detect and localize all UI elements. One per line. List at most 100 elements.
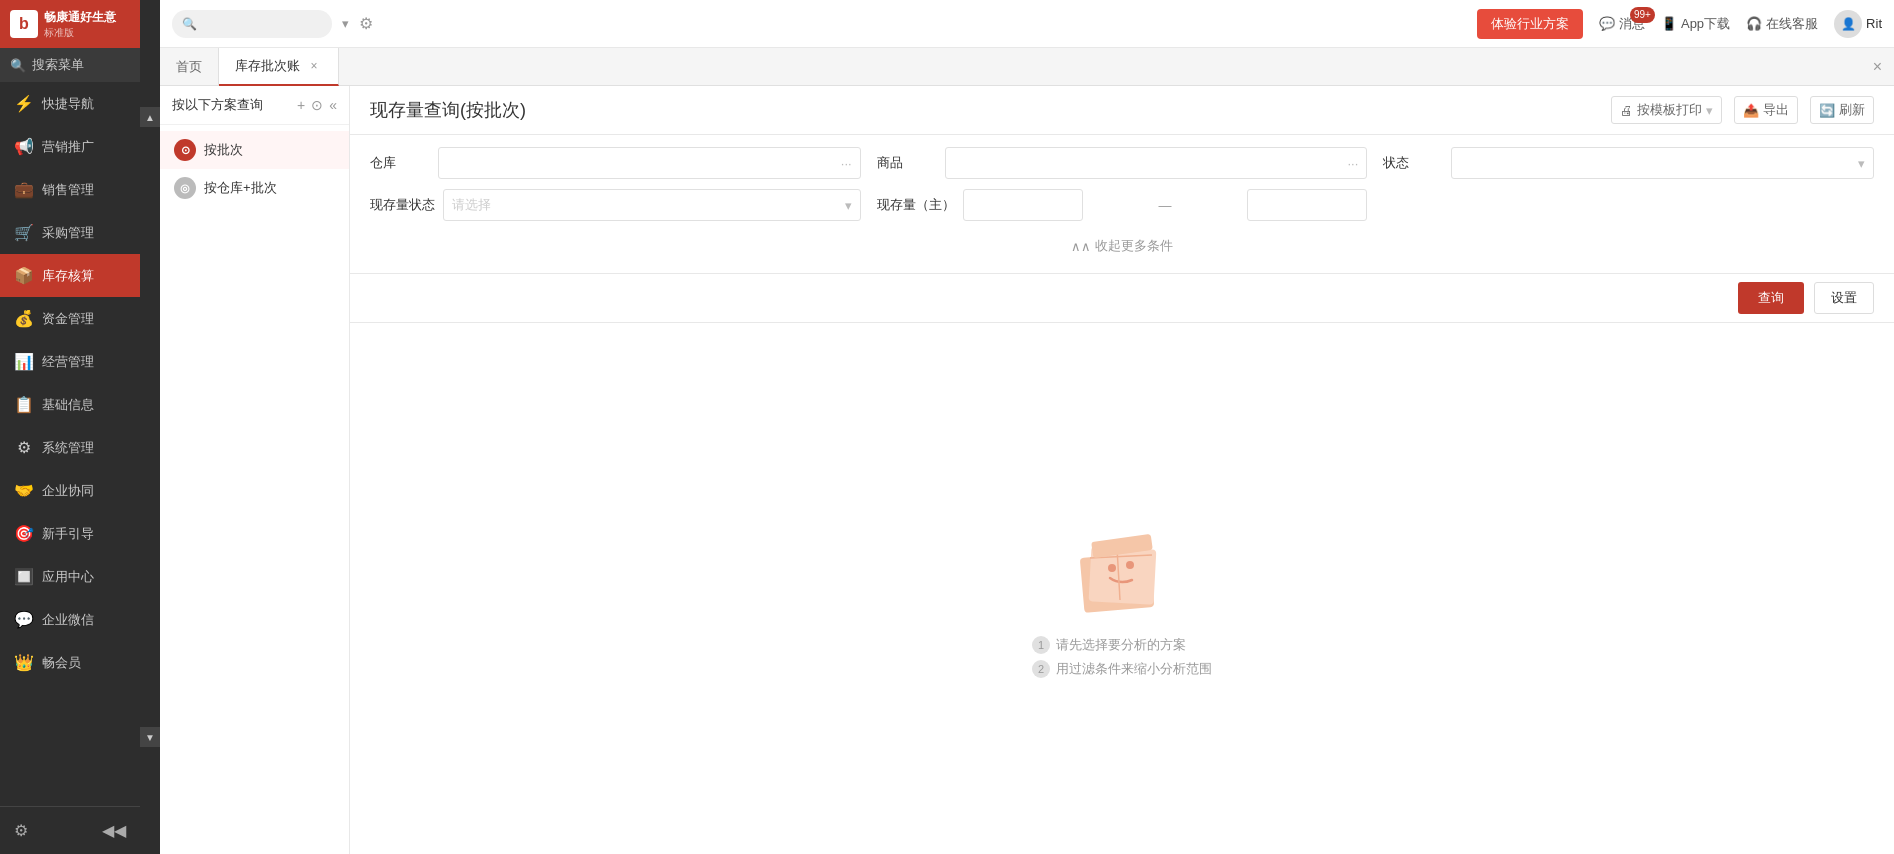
sidebar-item-label: 企业协同 — [42, 482, 126, 500]
purchase-icon: 🛒 — [14, 223, 34, 242]
tab-inventory-batch[interactable]: 库存批次账 × — [219, 48, 339, 86]
settings-btn[interactable]: 设置 — [1814, 282, 1874, 314]
plan-badge-inactive: ◎ — [174, 177, 196, 199]
plan-icon: ⊙ — [181, 144, 190, 157]
plan-item-batch[interactable]: ⊙ 按批次 — [160, 131, 349, 169]
tab-close-btn[interactable]: × — [306, 58, 322, 74]
sidebar-item-label: 库存核算 — [42, 267, 126, 285]
stock-qty-min-input[interactable] — [972, 190, 1074, 220]
action-bar: 查询 设置 — [350, 274, 1894, 323]
stock-status-select[interactable]: 请选择 ▾ — [443, 189, 861, 221]
collapse-label: 收起更多条件 — [1095, 237, 1173, 255]
sidebar-item-inventory[interactable]: 📦 库存核算 — [0, 254, 140, 297]
sidebar-item-system[interactable]: ⚙ 系统管理 — [0, 426, 140, 469]
goods-more[interactable]: ··· — [1348, 156, 1359, 171]
app-title-block: 畅康通好生意 标准版 — [44, 9, 116, 40]
sidebar-item-purchase[interactable]: 🛒 采购管理 — [0, 211, 140, 254]
warehouse-input[interactable] — [447, 148, 841, 178]
query-btn[interactable]: 查询 — [1738, 282, 1804, 314]
user-profile-btn[interactable]: 👤 Rit — [1834, 10, 1882, 38]
add-plan-icon[interactable]: + — [297, 97, 305, 113]
sidebar-item-marketing[interactable]: 📢 营销推广 — [0, 125, 140, 168]
sidebar-item-member[interactable]: 👑 畅会员 — [0, 641, 140, 684]
footer-collapse-btn[interactable]: ◀◀ — [98, 817, 130, 844]
search-icon: 🔍 — [10, 58, 26, 73]
sidebar-item-wechat[interactable]: 💬 企业微信 — [0, 598, 140, 641]
sidebar-item-finance[interactable]: 💰 资金管理 — [0, 297, 140, 340]
warehouse-input-wrapper[interactable]: ··· — [438, 147, 861, 179]
collapse-panel-icon[interactable]: « — [329, 97, 337, 113]
goods-input[interactable] — [954, 148, 1348, 178]
status-dropdown-icon: ▾ — [1858, 156, 1865, 171]
sidebar-item-sales[interactable]: 💼 销售管理 — [0, 168, 140, 211]
username: Rit — [1866, 16, 1882, 31]
sidebar-search[interactable]: 🔍 搜索菜单 — [0, 48, 140, 82]
left-panel: 按以下方案查询 + ⊙ « ⊙ 按批次 ◎ 按 — [160, 86, 350, 854]
sidebar-header: b 畅康通好生意 标准版 — [0, 0, 140, 48]
operations-icon: 📊 — [14, 352, 34, 371]
sidebar-item-label: 系统管理 — [42, 439, 126, 457]
sidebar-item-collab[interactable]: 🤝 企业协同 — [0, 469, 140, 512]
app-download-btn[interactable]: 📱 App下载 — [1661, 15, 1730, 33]
avatar-icon: 👤 — [1841, 17, 1856, 31]
footer-settings-btn[interactable]: ⚙ — [10, 817, 32, 844]
sidebar-item-label: 应用中心 — [42, 568, 126, 586]
empty-illustration — [1062, 500, 1182, 620]
plan-label-2: 按仓库+批次 — [204, 179, 277, 197]
member-icon: 👑 — [14, 653, 34, 672]
trial-btn[interactable]: 体验行业方案 — [1477, 9, 1583, 39]
export-btn[interactable]: 📤 导出 — [1734, 96, 1798, 124]
print-btn[interactable]: 🖨 按模板打印 ▾ — [1611, 96, 1722, 124]
sidebar-item-app-center[interactable]: 🔲 应用中心 — [0, 555, 140, 598]
page-actions: 🖨 按模板打印 ▾ 📤 导出 🔄 刷新 — [1611, 96, 1874, 124]
topbar-left: 🔍 ▾ ⚙ — [172, 10, 373, 38]
filter-group-status: 状态 ▾ — [1383, 147, 1874, 179]
plan-icon-2: ◎ — [180, 182, 190, 195]
online-service-btn[interactable]: 🎧 在线客服 — [1746, 15, 1818, 33]
plan-settings-icon[interactable]: ⊙ — [311, 97, 323, 113]
topbar: 🔍 ▾ ⚙ 体验行业方案 💬 消息 99+ 📱 App下载 🎧 在线客服 — [160, 0, 1894, 48]
empty-svg — [1062, 500, 1182, 620]
search-label: 搜索菜单 — [32, 56, 84, 74]
warehouse-label: 仓库 — [370, 154, 430, 172]
step-num-2: 2 — [1032, 660, 1050, 678]
topbar-search-bar[interactable]: 🔍 — [172, 10, 332, 38]
print-label: 按模板打印 — [1637, 101, 1702, 119]
sidebar-item-operations[interactable]: 📊 经营管理 — [0, 340, 140, 383]
scroll-down-btn[interactable]: ▼ — [140, 727, 160, 747]
stock-qty-min-wrapper[interactable] — [963, 189, 1083, 221]
left-panel-title: 按以下方案查询 — [172, 96, 263, 114]
refresh-label: 刷新 — [1839, 101, 1865, 119]
tab-global-close-btn[interactable]: × — [1861, 48, 1894, 86]
scroll-up-btn[interactable]: ▲ — [140, 107, 160, 127]
status-select[interactable]: ▾ — [1451, 147, 1874, 179]
step-num-1: 1 — [1032, 636, 1050, 654]
goods-input-wrapper[interactable]: ··· — [945, 147, 1368, 179]
plan-item-warehouse-batch[interactable]: ◎ 按仓库+批次 — [160, 169, 349, 207]
empty-state: 1 请先选择要分析的方案 2 用过滤条件来缩小分析范围 — [350, 323, 1894, 854]
filter-group-goods: 商品 ··· — [877, 147, 1368, 179]
sidebar-item-quick-nav[interactable]: ⚡ 快捷导航 — [0, 82, 140, 125]
warehouse-more[interactable]: ··· — [841, 156, 852, 171]
plan-badge-active: ⊙ — [174, 139, 196, 161]
stock-qty-max-wrapper[interactable] — [1247, 189, 1367, 221]
tab-home[interactable]: 首页 — [160, 48, 219, 86]
print-icon: 🖨 — [1620, 103, 1633, 118]
stock-qty-max-input[interactable] — [1256, 190, 1358, 220]
headset-icon: 🎧 — [1746, 16, 1762, 31]
sidebar-item-guide[interactable]: 🎯 新手引导 — [0, 512, 140, 555]
collapse-bar[interactable]: ∧∧ 收起更多条件 — [370, 231, 1874, 261]
sidebar-item-basic-info[interactable]: 📋 基础信息 — [0, 383, 140, 426]
sidebar-item-label: 畅会员 — [42, 654, 126, 672]
empty-step-2: 2 用过滤条件来缩小分析范围 — [1032, 660, 1212, 678]
marketing-icon: 📢 — [14, 137, 34, 156]
sidebar: b 畅康通好生意 标准版 🔍 搜索菜单 ⚡ 快捷导航 📢 营销推广 💼 销售管理… — [0, 0, 140, 854]
app-download-icon: 📱 — [1661, 16, 1677, 31]
sidebar-item-label: 新手引导 — [42, 525, 126, 543]
messages-btn[interactable]: 💬 消息 99+ — [1599, 15, 1645, 33]
topbar-dropdown-icon[interactable]: ▾ — [342, 16, 349, 31]
main-area: 🔍 ▾ ⚙ 体验行业方案 💬 消息 99+ 📱 App下载 🎧 在线客服 — [160, 0, 1894, 854]
topbar-settings-icon[interactable]: ⚙ — [359, 14, 373, 33]
refresh-btn[interactable]: 🔄 刷新 — [1810, 96, 1874, 124]
system-icon: ⚙ — [14, 438, 34, 457]
